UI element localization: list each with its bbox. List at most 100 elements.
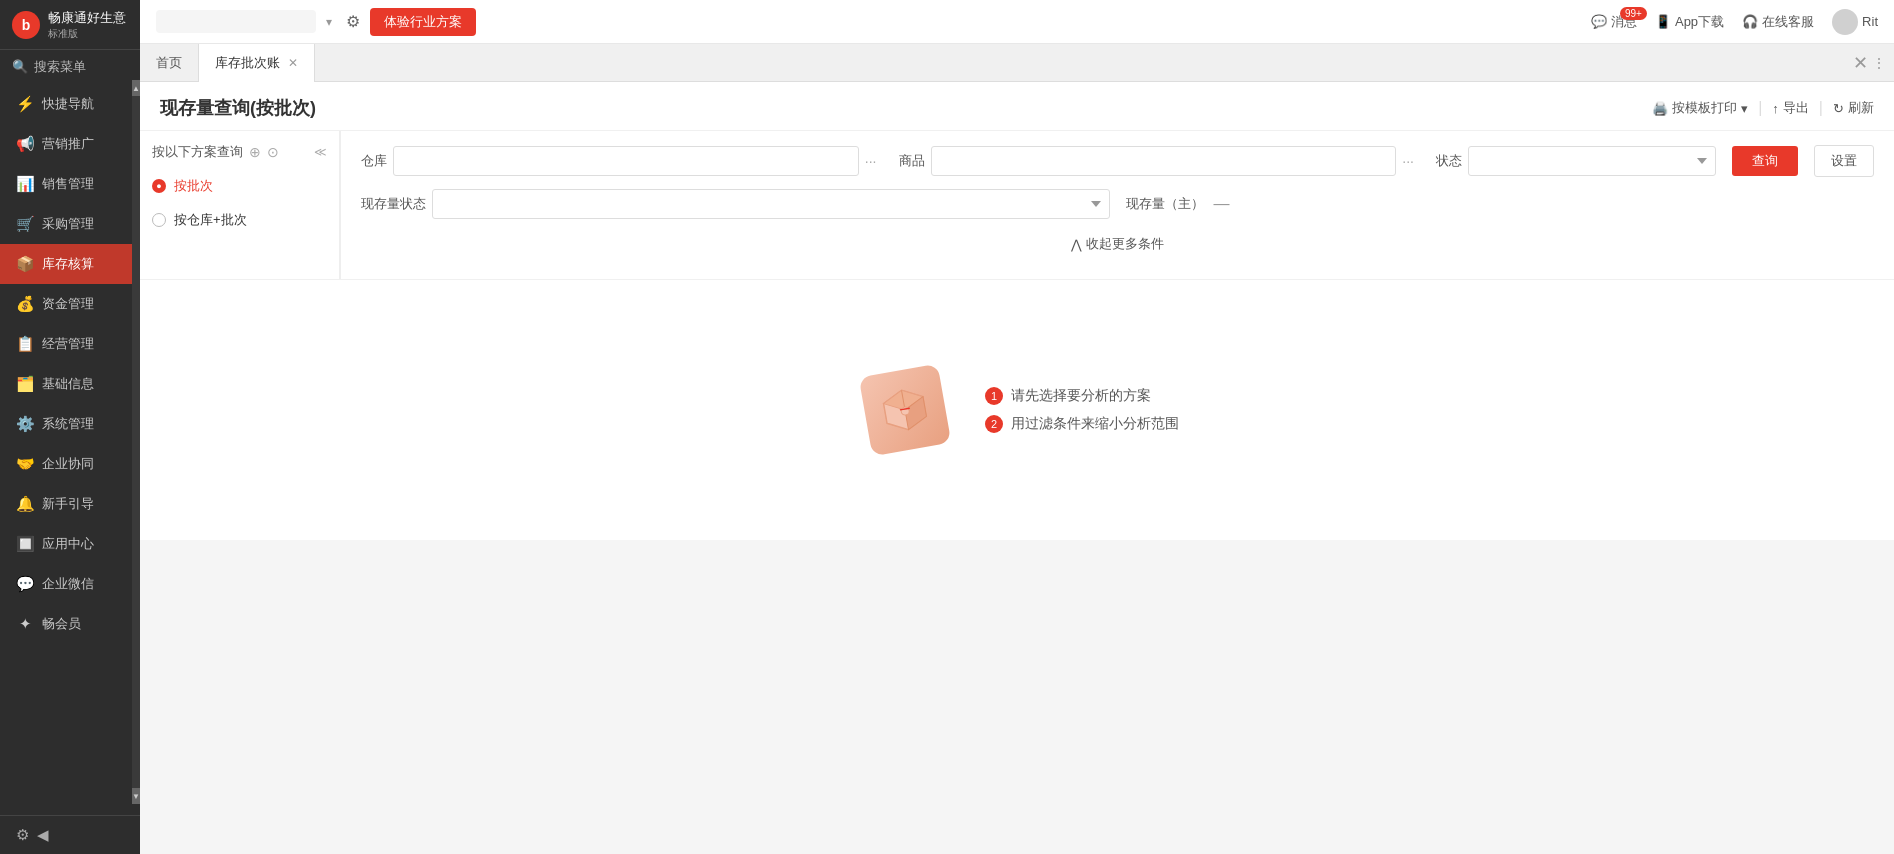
- scheme-warehouse-batch-label: 按仓库+批次: [174, 211, 247, 229]
- status-label: 状态: [1436, 152, 1462, 170]
- add-scheme-icon[interactable]: ⊕: [249, 144, 261, 160]
- more-tabs-icon[interactable]: ⋮: [1872, 55, 1886, 71]
- tab-inventory-batch-label: 库存批次账: [215, 54, 280, 72]
- sidebar-item-quick-nav[interactable]: ⚡ 快捷导航: [0, 84, 140, 124]
- sidebar-item-member[interactable]: ✦ 畅会员: [0, 604, 140, 644]
- sidebar-search-label: 搜索菜单: [34, 58, 86, 76]
- sidebar-item-enterprise[interactable]: 🤝 企业协同: [0, 444, 140, 484]
- app-edition: 标准版: [48, 27, 126, 41]
- goods-dots[interactable]: ···: [1396, 153, 1420, 169]
- nav-label: 经营管理: [42, 335, 94, 353]
- topbar-chevron-icon[interactable]: ▾: [326, 15, 332, 29]
- filter-group-warehouse: 仓库 ···: [361, 146, 883, 176]
- print-template-button[interactable]: 🖨️ 按模板打印 ▾: [1652, 99, 1748, 117]
- filter-group-stock-status: 现存量状态: [361, 189, 1110, 219]
- warehouse-input[interactable]: [393, 146, 859, 176]
- sidebar-item-marketing[interactable]: 📢 营销推广: [0, 124, 140, 164]
- topbar-search-box[interactable]: [156, 10, 316, 33]
- sales-icon: 📊: [16, 175, 34, 193]
- warehouse-dots[interactable]: ···: [859, 153, 883, 169]
- online-service-label: 在线客服: [1762, 13, 1814, 31]
- query-button[interactable]: 查询: [1732, 146, 1798, 176]
- page-content: 现存量查询(按批次) 🖨️ 按模板打印 ▾ | ↑ 导出 | ↻: [140, 82, 1894, 854]
- tab-close-icon[interactable]: ✕: [288, 56, 298, 70]
- collapse-more-button[interactable]: ⋀ 收起更多条件: [1055, 231, 1180, 257]
- scheme-inactive-dot: [152, 213, 166, 227]
- empty-box-svg: [876, 381, 934, 439]
- page-actions: 🖨️ 按模板打印 ▾ | ↑ 导出 | ↻ 刷新: [1652, 99, 1874, 117]
- status-select[interactable]: [1468, 146, 1716, 176]
- main-area: ▾ ⚙ 体验行业方案 💬 消息 99+ 📱 App下载 🎧 在线客服 Rit: [140, 0, 1894, 854]
- app-name: 畅康通好生意: [48, 10, 126, 27]
- page-title-bar: 现存量查询(按批次) 🖨️ 按模板打印 ▾ | ↑ 导出 | ↻: [140, 82, 1894, 131]
- export-button[interactable]: ↑ 导出: [1772, 99, 1809, 117]
- sidebar-item-wechat[interactable]: 💬 企业微信: [0, 564, 140, 604]
- page-title: 现存量查询(按批次): [160, 96, 316, 120]
- scheme-panel: 按以下方案查询 ⊕ ⊙ ≪ ● 按批次 按仓库+批次: [140, 131, 340, 279]
- quick-nav-icon: ⚡: [16, 95, 34, 113]
- nav-label: 营销推广: [42, 135, 94, 153]
- filter-row-1: 仓库 ··· 商品 ··· 状态: [361, 145, 1874, 177]
- sidebar-header: b 畅康通好生意 标准版: [0, 0, 140, 50]
- sidebar-item-operations[interactable]: 📋 经营管理: [0, 324, 140, 364]
- filter-row-2: 现存量状态 现存量（主） —: [361, 189, 1874, 219]
- sidebar-scroll-up[interactable]: ▲: [132, 80, 140, 96]
- nav-label: 新手引导: [42, 495, 94, 513]
- sidebar-footer: ⚙ ◀: [0, 815, 140, 854]
- trial-button[interactable]: 体验行业方案: [370, 8, 476, 36]
- topbar-search-input[interactable]: [166, 14, 266, 29]
- enterprise-icon: 🤝: [16, 455, 34, 473]
- tab-home[interactable]: 首页: [140, 44, 199, 82]
- collapse-sidebar-icon[interactable]: ◀: [37, 826, 49, 844]
- sidebar-nav: ⚡ 快捷导航 📢 营销推广 📊 销售管理 🛒 采购管理 📦 库存核算 💰 资金管…: [0, 84, 140, 815]
- settings-scheme-icon[interactable]: ⊙: [267, 144, 279, 160]
- warehouse-label: 仓库: [361, 152, 387, 170]
- empty-tip-1: 1 请先选择要分析的方案: [985, 387, 1179, 405]
- sidebar-item-sales[interactable]: 📊 销售管理: [0, 164, 140, 204]
- message-button[interactable]: 💬 消息 99+: [1591, 13, 1637, 31]
- chevron-up-icon: ⋀: [1071, 237, 1082, 252]
- nav-label: 资金管理: [42, 295, 94, 313]
- sidebar-item-purchase[interactable]: 🛒 采购管理: [0, 204, 140, 244]
- scheme-panel-title-text: 按以下方案查询: [152, 143, 243, 161]
- scheme-item-warehouse-batch[interactable]: 按仓库+批次: [140, 203, 339, 237]
- online-service-button[interactable]: 🎧 在线客服: [1742, 13, 1814, 31]
- tip-num-1: 1: [985, 387, 1003, 405]
- sidebar-item-inventory[interactable]: 📦 库存核算: [0, 244, 140, 284]
- sidebar-item-newbie[interactable]: 🔔 新手引导: [0, 484, 140, 524]
- refresh-button[interactable]: ↻ 刷新: [1833, 99, 1874, 117]
- empty-tips: 1 请先选择要分析的方案 2 用过滤条件来缩小分析范围: [985, 387, 1179, 433]
- empty-state-content: 1 请先选择要分析的方案 2 用过滤条件来缩小分析范围: [855, 360, 1179, 460]
- tab-inventory-batch[interactable]: 库存批次账 ✕: [199, 44, 315, 82]
- scheme-collapse-icon[interactable]: ≪: [314, 145, 327, 159]
- filter-group-goods: 商品 ···: [899, 146, 1421, 176]
- sidebar-scroll-down[interactable]: ▼: [132, 788, 140, 804]
- scheme-active-dot: ●: [152, 179, 166, 193]
- refresh-icon: ↻: [1833, 101, 1844, 116]
- close-icon[interactable]: ✕: [1853, 52, 1868, 74]
- sidebar-item-system[interactable]: ⚙️ 系统管理: [0, 404, 140, 444]
- nav-label: 库存核算: [42, 255, 94, 273]
- finance-icon: 💰: [16, 295, 34, 313]
- nav-label: 采购管理: [42, 215, 94, 233]
- app-download-button[interactable]: 📱 App下载: [1655, 13, 1724, 31]
- sidebar-item-basics[interactable]: 🗂️ 基础信息: [0, 364, 140, 404]
- member-icon: ✦: [16, 615, 34, 633]
- tab-panel-close[interactable]: ✕ ⋮: [1853, 52, 1886, 74]
- tip-text-1: 请先选择要分析的方案: [1011, 387, 1151, 405]
- sidebar-search[interactable]: 🔍 搜索菜单: [0, 50, 140, 84]
- scheme-item-batch[interactable]: ● 按批次: [140, 169, 339, 203]
- print-icon: 🖨️: [1652, 101, 1668, 116]
- settings-icon[interactable]: ⚙: [16, 826, 29, 844]
- topbar-gear-icon[interactable]: ⚙: [346, 12, 360, 31]
- settings-button[interactable]: 设置: [1814, 145, 1874, 177]
- print-dropdown-icon[interactable]: ▾: [1741, 101, 1748, 116]
- sidebar-item-apps[interactable]: 🔲 应用中心: [0, 524, 140, 564]
- user-profile-button[interactable]: Rit: [1832, 9, 1878, 35]
- goods-input[interactable]: [931, 146, 1397, 176]
- message-badge: 99+: [1620, 7, 1647, 20]
- phone-icon: 📱: [1655, 14, 1671, 29]
- goods-label: 商品: [899, 152, 925, 170]
- sidebar-item-finance[interactable]: 💰 资金管理: [0, 284, 140, 324]
- stock-status-select[interactable]: [432, 189, 1110, 219]
